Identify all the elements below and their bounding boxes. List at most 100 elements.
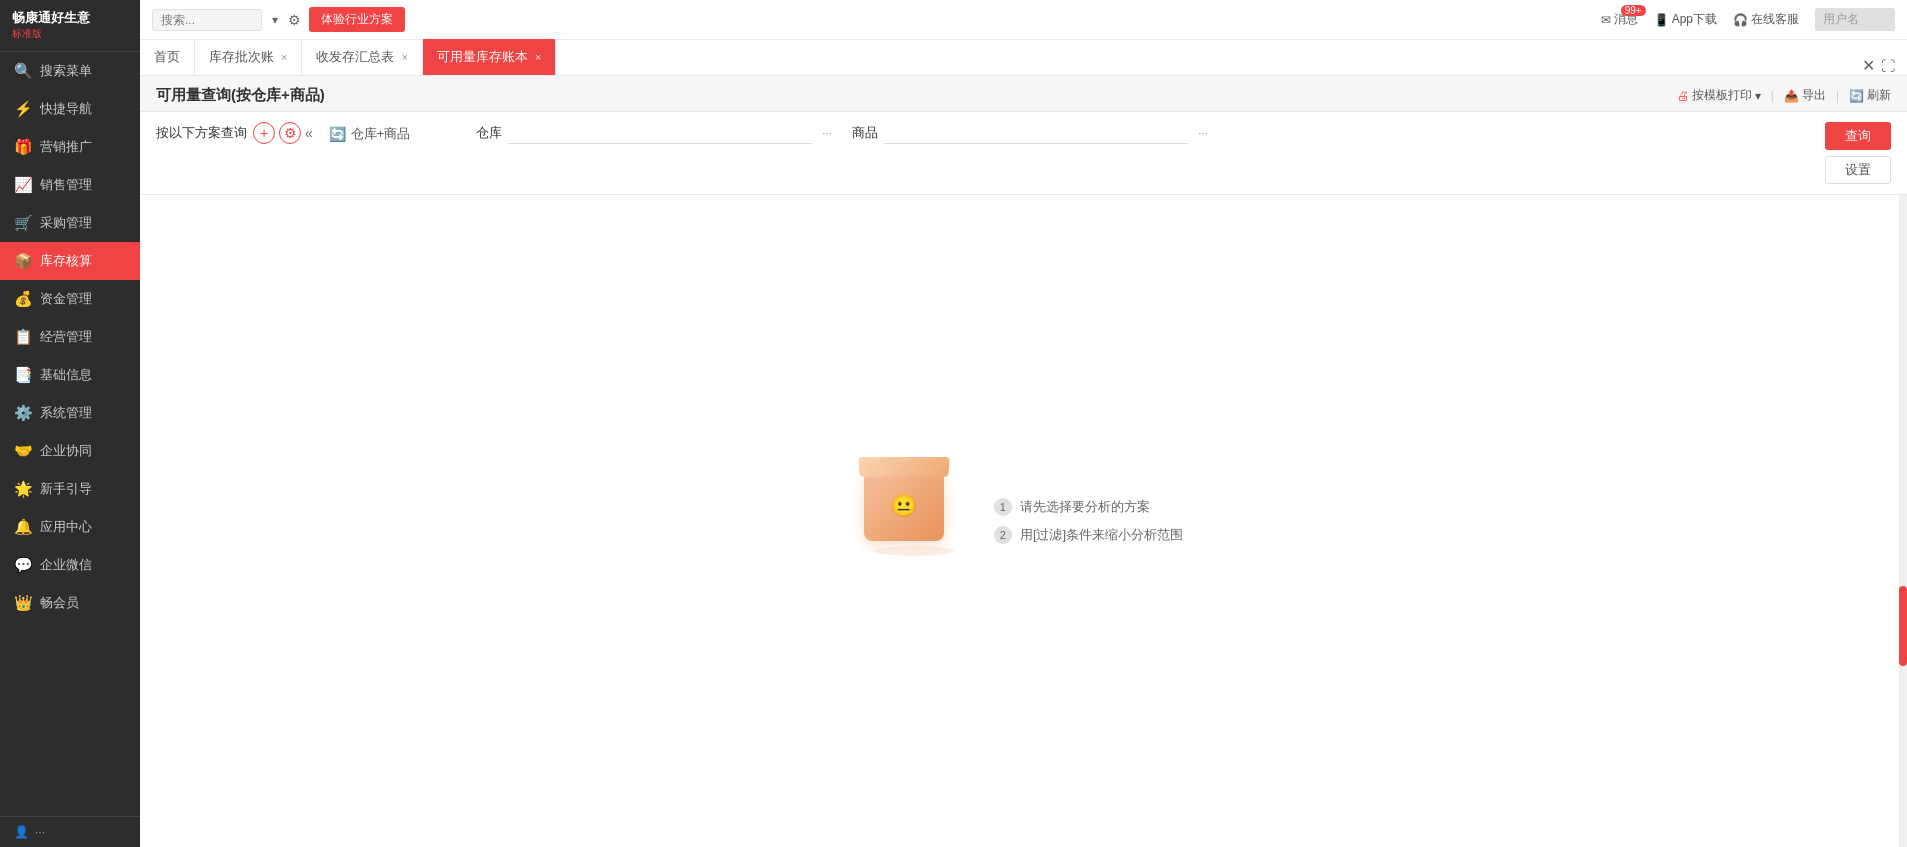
filter-btns: + ⚙ « (253, 122, 313, 144)
app-icon: 📱 (1654, 13, 1669, 27)
tab-home[interactable]: 首页 (140, 39, 195, 75)
empty-box: 😐 (864, 471, 944, 541)
filter-settings-btn[interactable]: 设置 (1825, 156, 1891, 184)
scheme-icon: 🔄 (329, 126, 346, 142)
right-scrollbar[interactable] (1899, 195, 1907, 847)
sidebar-item-inventory[interactable]: 📦 库存核算 (0, 242, 140, 280)
empty-icon-wrapper: 😐 (864, 471, 964, 571)
product-more-btn[interactable]: ··· (1194, 126, 1212, 140)
print-dropdown-icon: ▾ (1755, 89, 1761, 103)
tab-label-summary: 收发存汇总表 (316, 48, 394, 66)
sidebar-label-enterprise: 企业协同 (40, 442, 92, 460)
tab-close-available[interactable]: × (535, 51, 541, 63)
print-icon: 🖨 (1677, 89, 1689, 103)
sidebar-item-search[interactable]: 🔍 搜索菜单 (0, 52, 140, 90)
tab-label-available: 可用量库存账本 (437, 48, 528, 66)
sidebar-logo: 畅康通好生意 标准版 (0, 0, 140, 52)
sidebar-item-wecom[interactable]: 💬企业微信 (0, 546, 140, 584)
refresh-icon: 🔄 (1849, 89, 1864, 103)
sidebar: 畅康通好生意 标准版 🔍 搜索菜单 ⚡快捷导航🎁营销推广📈销售管理🛒采购管理 📦 库存核… (0, 0, 140, 847)
page-header-actions: 🖨 按模板打印 ▾ | 📤 导出 | 🔄 刷新 (1677, 87, 1891, 104)
query-btn[interactable]: 查询 (1825, 122, 1891, 150)
tab-close-summary[interactable]: × (401, 51, 407, 63)
trial-industry-btn[interactable]: 体验行业方案 (309, 7, 405, 32)
sidebar-bottom-user[interactable]: 👤 ··· (0, 816, 140, 847)
scrollbar-thumb (1899, 586, 1907, 666)
sidebar-item-sales[interactable]: 📈销售管理 (0, 166, 140, 204)
filter-collapse-btn[interactable]: « (305, 125, 313, 141)
empty-tip-1: 1 请先选择要分析的方案 (994, 498, 1183, 516)
tip-num-1: 1 (994, 498, 1012, 516)
sidebar-item-finance[interactable]: 💰资金管理 (0, 280, 140, 318)
sidebar-item-quicknav[interactable]: ⚡快捷导航 (0, 90, 140, 128)
app-version: 标准版 (12, 27, 128, 41)
tab-label-home: 首页 (154, 48, 180, 66)
filter-scheme-item[interactable]: 🔄 仓库+商品 (319, 122, 421, 146)
sidebar-item-marketing[interactable]: 🎁营销推广 (0, 128, 140, 166)
tabs-bar-right: ✕ ⛶ (1850, 56, 1907, 75)
product-label: 商品 (852, 124, 878, 142)
sidebar-label-search: 搜索菜单 (40, 62, 92, 80)
tab-summary[interactable]: 收发存汇总表 × (302, 39, 422, 75)
content-area: 😐 1 请先选择要分析的方案 2 用[过滤]条件来缩小分析范围 (140, 195, 1907, 847)
sidebar-icon-marketing: 🎁 (14, 138, 32, 156)
search-area: ▾ ⚙ (152, 9, 301, 31)
close-tab-btn[interactable]: ✕ (1862, 56, 1875, 75)
sidebar-item-member[interactable]: 👑畅会员 (0, 584, 140, 622)
filter-label: 按以下方案查询 (156, 122, 247, 142)
topbar: ▾ ⚙ 体验行业方案 ✉ 消息 99+ 📱 App下载 🎧 在线客服 用户名 (140, 0, 1907, 40)
topbar-gear-btn[interactable]: ⚙ (288, 12, 301, 28)
warehouse-more-btn[interactable]: ··· (818, 126, 836, 140)
message-btn[interactable]: ✉ 消息 99+ (1601, 11, 1638, 28)
export-btn[interactable]: 📤 导出 (1784, 87, 1826, 104)
tab-available[interactable]: 可用量库存账本 × (423, 39, 556, 75)
sidebar-icon-appcenter: 🔔 (14, 518, 32, 536)
topbar-search-input[interactable] (152, 9, 262, 31)
sidebar-label-basic: 基础信息 (40, 366, 92, 384)
filter-field-warehouse: 仓库 ··· (476, 122, 836, 144)
filter-fields: 仓库 ··· 商品 ··· (456, 122, 1809, 144)
sidebar-label-inventory: 库存核算 (40, 252, 92, 270)
sidebar-icon-member: 👑 (14, 594, 32, 612)
filter-field-product: 商品 ··· (852, 122, 1212, 144)
topbar-dropdown-btn[interactable]: ▾ (268, 11, 282, 29)
sidebar-item-operations[interactable]: 📋经营管理 (0, 318, 140, 356)
sidebar-item-appcenter[interactable]: 🔔 应用中心 (0, 508, 140, 546)
message-icon: ✉ (1601, 13, 1611, 27)
user-info[interactable]: 用户名 (1815, 8, 1895, 31)
sidebar-label-appcenter: 应用中心 (40, 518, 92, 536)
sidebar-icon-search: 🔍 (14, 62, 32, 80)
tab-close-batch[interactable]: × (281, 51, 287, 63)
sidebar-item-guide[interactable]: 🌟新手引导 (0, 470, 140, 508)
sidebar-item-system[interactable]: ⚙️系统管理 (0, 394, 140, 432)
sidebar-icon-inventory: 📦 (14, 252, 32, 270)
refresh-btn[interactable]: 🔄 刷新 (1849, 87, 1891, 104)
app-download-btn[interactable]: 📱 App下载 (1654, 11, 1717, 28)
sidebar-label-finance: 资金管理 (40, 290, 92, 308)
filter-config-btn[interactable]: ⚙ (279, 122, 301, 144)
sidebar-label-purchase: 采购管理 (40, 214, 92, 232)
warehouse-input[interactable] (508, 122, 812, 144)
tab-batch[interactable]: 库存批次账 × (195, 39, 302, 75)
online-service-btn[interactable]: 🎧 在线客服 (1733, 11, 1799, 28)
app-name: 畅康通好生意 (12, 10, 128, 27)
expand-btn[interactable]: ⛶ (1881, 58, 1895, 74)
export-icon: 📤 (1784, 89, 1799, 103)
empty-shadow (874, 546, 954, 556)
filter-add-btn[interactable]: + (253, 122, 275, 144)
sidebar-item-purchase[interactable]: 🛒采购管理 (0, 204, 140, 242)
sidebar-icon-sales: 📈 (14, 176, 32, 194)
sidebar-icon-basic: 📑 (14, 366, 32, 384)
tabs-bar: 首页 库存批次账 × 收发存汇总表 × 可用量库存账本 × ✕ ⛶ (140, 40, 1907, 76)
sidebar-item-basic[interactable]: 📑 基础信息 (0, 356, 140, 394)
product-input[interactable] (884, 122, 1188, 144)
tab-label-batch: 库存批次账 (209, 48, 274, 66)
tip-text-2: 用[过滤]条件来缩小分析范围 (1020, 526, 1183, 544)
sidebar-item-enterprise[interactable]: 🤝企业协同 (0, 432, 140, 470)
sidebar-icon-system: ⚙️ (14, 404, 32, 422)
warehouse-label: 仓库 (476, 124, 502, 142)
sidebar-label-quicknav: 快捷导航 (40, 100, 92, 118)
print-btn[interactable]: 🖨 按模板打印 ▾ (1677, 87, 1761, 104)
tip-num-2: 2 (994, 526, 1012, 544)
filter-right-actions: 查询 设置 (1809, 122, 1891, 184)
